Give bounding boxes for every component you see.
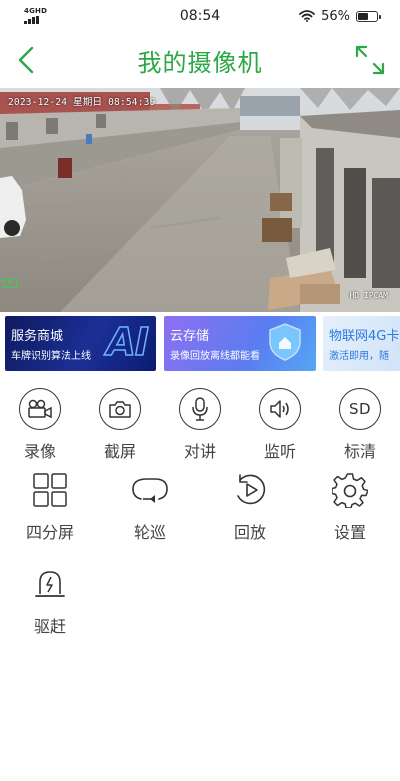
live-video-feed[interactable]: 2023-12-24 星期日 08:54:39 ▪ HD IPCAM [0, 88, 400, 312]
patrol-loop-icon [128, 468, 172, 512]
alarm-light-icon [28, 562, 72, 606]
listen-button[interactable]: 监听 [240, 387, 320, 462]
patrol-button[interactable]: 轮巡 [110, 468, 190, 543]
video-camera-icon [19, 388, 61, 430]
quad-screen-button[interactable]: 四分屏 [10, 468, 90, 543]
quality-label: 标清 [343, 442, 376, 461]
network-type: 4GHD [24, 7, 48, 15]
signal-bars-icon [24, 16, 39, 24]
screenshot-label: 截屏 [103, 442, 136, 461]
banner-service-store[interactable]: 服务商城 车牌识别算法上线 AI [5, 316, 156, 371]
banner-subtitle: 车牌识别算法上线 [11, 351, 91, 362]
screenshot-button[interactable]: 截屏 [80, 387, 160, 462]
chevron-left-icon [18, 46, 34, 74]
record-label: 录像 [23, 442, 56, 461]
banner-subtitle: 激活即用，随 [329, 351, 389, 362]
speaker-icon [259, 388, 301, 430]
battery-level-fill [358, 12, 369, 20]
recording-marker-icon: ▪ [3, 278, 17, 288]
camera-scene-image [0, 88, 400, 312]
sd-badge: SD [348, 400, 372, 418]
deter-label: 驱赶 [33, 617, 66, 636]
playback-button[interactable]: 回放 [210, 468, 290, 543]
fullscreen-button[interactable] [352, 42, 388, 78]
back-button[interactable] [10, 44, 42, 76]
banner-subtitle: 录像回放离线都能看 [170, 351, 260, 362]
intercom-button[interactable]: 对讲 [160, 387, 240, 462]
listen-label: 监听 [263, 442, 296, 461]
settings-button[interactable]: 设置 [310, 468, 390, 543]
cloud-shield-icon [269, 323, 301, 361]
cellular-signal: 4GHD [24, 8, 47, 24]
camera-icon [99, 388, 141, 430]
settings-label: 设置 [333, 523, 366, 542]
status-bar: 4GHD 08:54 56% [0, 0, 400, 32]
intercom-label: 对讲 [183, 442, 216, 461]
banner-cloud-storage[interactable]: 云存储 录像回放离线都能看 [164, 316, 316, 371]
microphone-icon [179, 388, 221, 430]
camera-label: HD IPCAM [349, 291, 388, 300]
gear-icon [328, 468, 372, 512]
wifi-icon [299, 10, 315, 22]
ai-badge: AI [106, 319, 150, 365]
page-header: 我的摄像机 [0, 34, 400, 86]
patrol-label: 轮巡 [133, 523, 166, 542]
record-button[interactable]: 录像 [0, 387, 80, 462]
promo-banner-carousel[interactable]: 服务商城 车牌识别算法上线 AI 云存储 录像回放离线都能看 物联网4G卡 激活… [0, 316, 400, 372]
quality-sd-button[interactable]: SD 标清 [320, 387, 400, 462]
banner-title: 服务商城 [11, 329, 64, 344]
banner-iot-4g-card[interactable]: 物联网4G卡 激活即用，随 [323, 316, 400, 371]
banner-title: 物联网4G卡 [329, 329, 400, 344]
page-title: 我的摄像机 [137, 48, 263, 77]
banner-title: 云存储 [170, 329, 210, 344]
sd-icon: SD [339, 388, 381, 430]
playback-label: 回放 [233, 523, 266, 542]
grid-four-icon [28, 468, 72, 512]
video-timestamp: 2023-12-24 星期日 08:54:39 [8, 97, 156, 108]
battery-percent: 56% [321, 8, 350, 24]
battery-icon [356, 10, 381, 22]
playback-icon [228, 468, 272, 512]
quad-screen-label: 四分屏 [25, 523, 74, 542]
deter-button[interactable]: 驱赶 [10, 562, 90, 637]
expand-icon [355, 45, 385, 75]
